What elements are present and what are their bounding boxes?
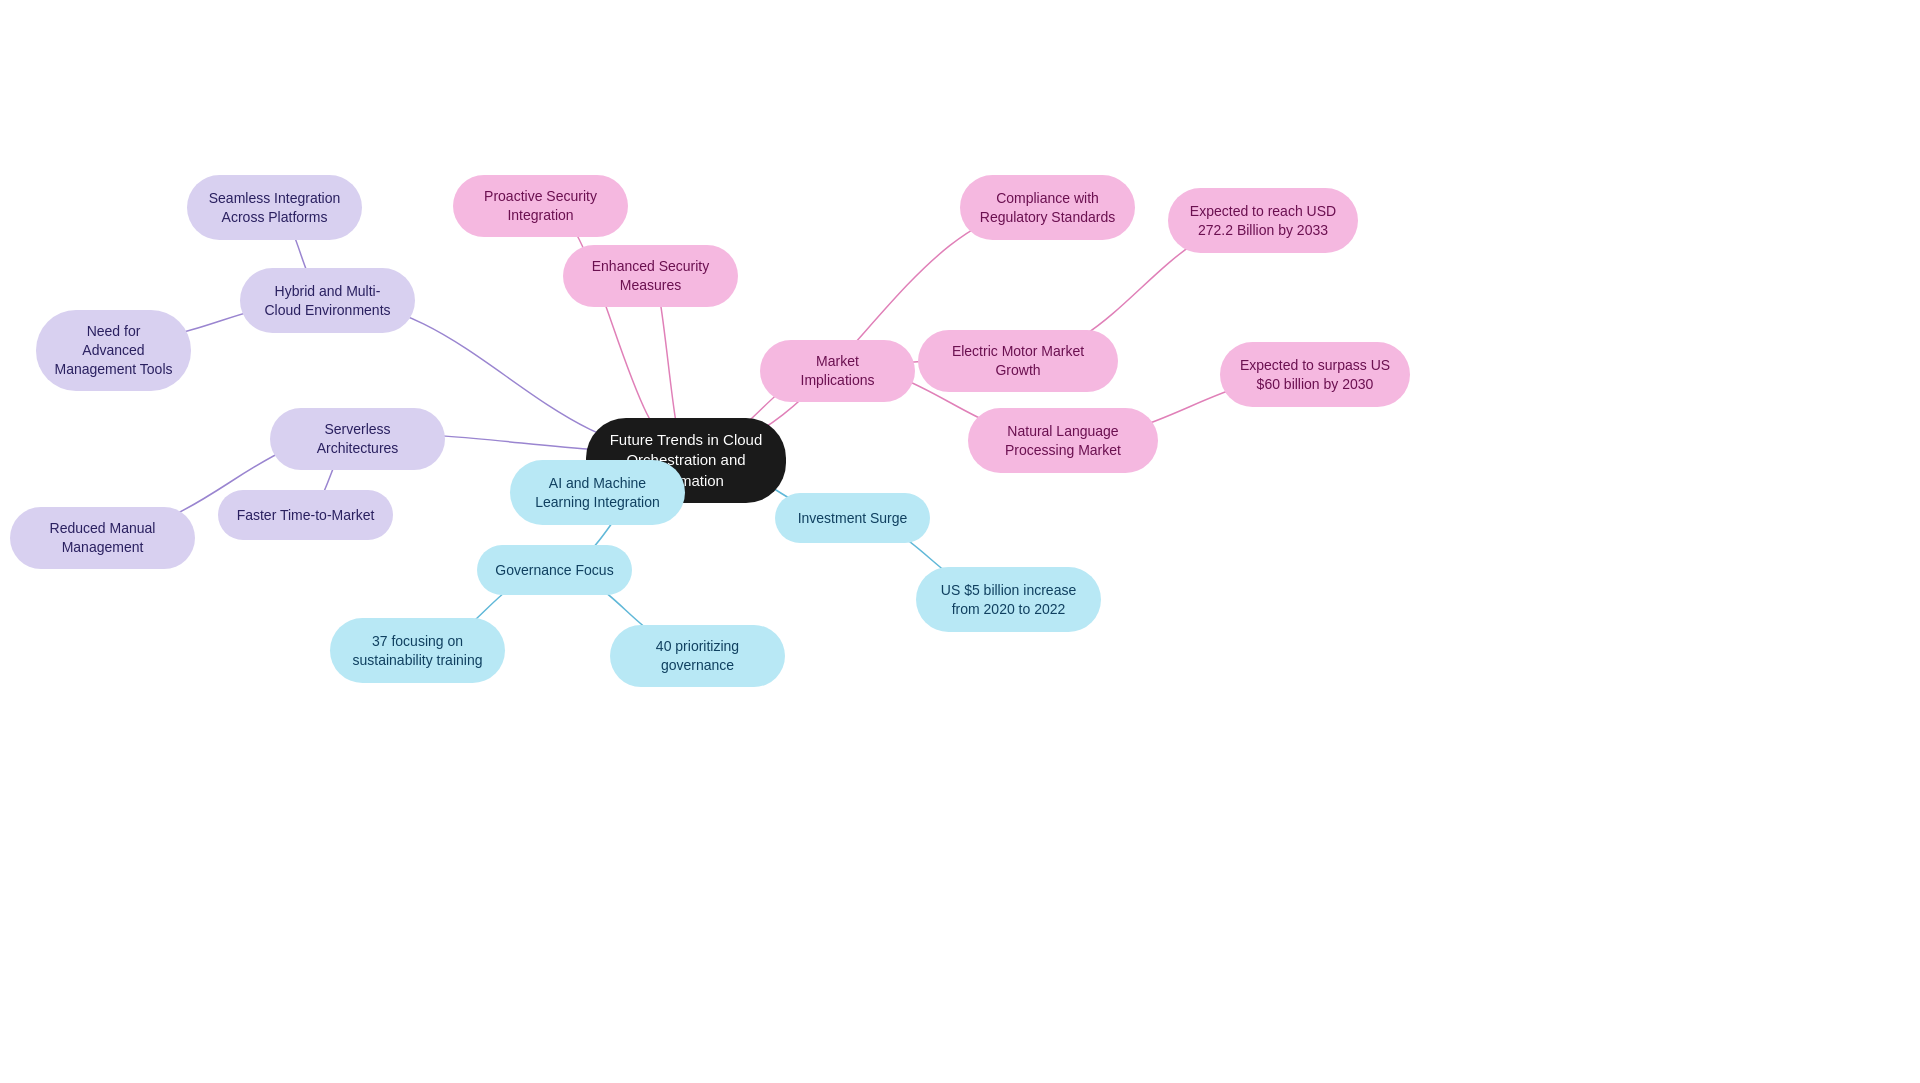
node-surpass60: Expected to surpass US $60 billion by 20… (1220, 342, 1410, 407)
node-faster: Faster Time-to-Market (218, 490, 393, 540)
node-electric: Electric Motor Market Growth (918, 330, 1118, 392)
node-serverless: Serverless Architectures (270, 408, 445, 470)
node-reduced: Reduced Manual Management (10, 507, 195, 569)
node-prioritizing: 40 prioritizing governance (610, 625, 785, 687)
node-ai_ml: AI and Machine Learning Integration (510, 460, 685, 525)
node-compliance: Compliance with Regulatory Standards (960, 175, 1135, 240)
node-governance: Governance Focus (477, 545, 632, 595)
node-us5b: US $5 billion increase from 2020 to 2022 (916, 567, 1101, 632)
node-sustainability: 37 focusing on sustainability training (330, 618, 505, 683)
node-enhanced: Enhanced Security Measures (563, 245, 738, 307)
node-investment: Investment Surge (775, 493, 930, 543)
node-advanced: Need for Advanced Management Tools (36, 310, 191, 391)
node-hybrid: Hybrid and Multi-Cloud Environments (240, 268, 415, 333)
mindmap-svg (0, 0, 1920, 1083)
node-proactive: Proactive Security Integration (453, 175, 628, 237)
node-market_impl: Market Implications (760, 340, 915, 402)
node-usd272: Expected to reach USD 272.2 Billion by 2… (1168, 188, 1358, 253)
node-seamless: Seamless Integration Across Platforms (187, 175, 362, 240)
node-nlp: Natural Language Processing Market (968, 408, 1158, 473)
